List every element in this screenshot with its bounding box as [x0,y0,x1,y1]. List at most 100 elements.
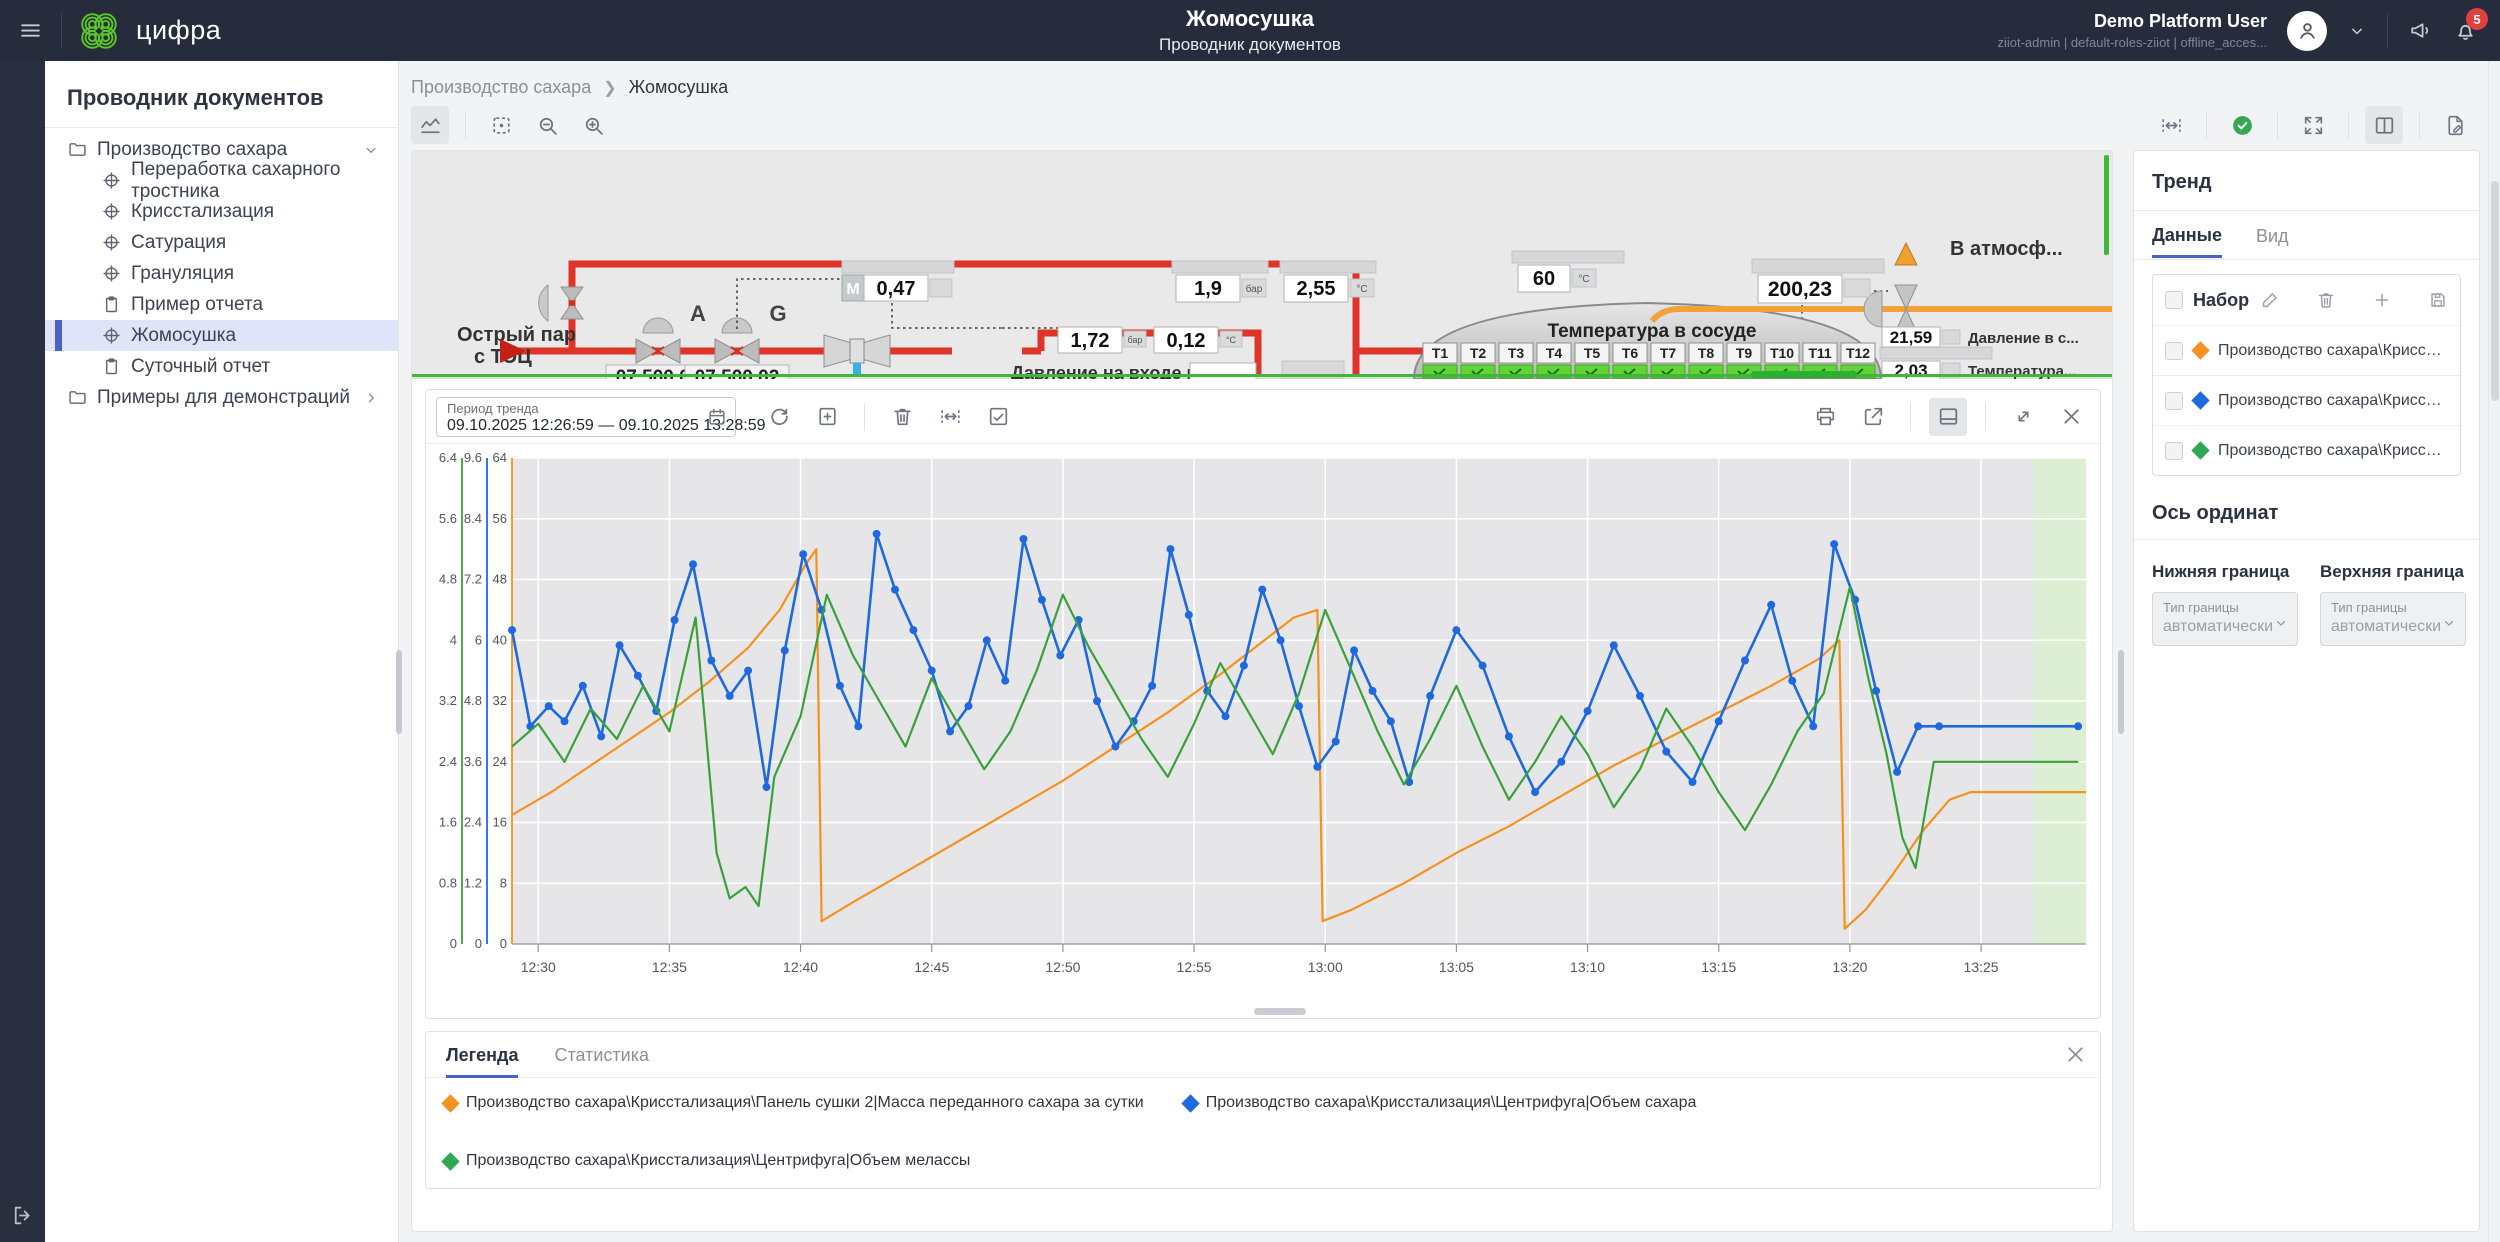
user-menu-chevron-down-icon[interactable] [2347,21,2367,41]
page-scrollbar[interactable] [2488,61,2500,1242]
delete-button[interactable] [883,398,921,436]
trend-chart[interactable]: 12:3012:3512:4012:4512:5012:5513:0013:05… [426,444,2102,1020]
svg-text:1,72: 1,72 [1071,330,1110,352]
report-file-button[interactable] [2436,106,2474,144]
sidebar-item-node[interactable]: Примеры для демонстраций [45,382,398,413]
lower-bound-type-select[interactable]: Тип границы автоматически [2152,592,2298,646]
legend-color-diamond-icon [441,1152,459,1170]
series-row[interactable]: Производство сахара\Крисстализация\П... [2153,325,2460,375]
burger-menu-icon[interactable] [18,18,43,43]
page-subtitle: Проводник документов [1159,35,1341,55]
vessel-readings-stack: 21,59 Давление в с... 2,03 Температура..… [1880,327,2082,379]
split-panel-button[interactable] [2365,106,2403,144]
status-ok-button[interactable] [2223,106,2261,144]
tab-view[interactable]: Вид [2256,215,2289,256]
svg-text:13:15: 13:15 [1701,959,1736,975]
legend-item-label: Производство сахара\Крисстализация\Панел… [466,1094,1144,1112]
collapse-exit-icon[interactable] [10,1203,35,1228]
series-checkbox[interactable] [2165,392,2183,410]
print-button[interactable] [1806,398,1844,436]
panel-resize-handle[interactable] [2118,650,2124,734]
mimic-icon [101,232,122,253]
trend-tool-button[interactable] [411,106,449,144]
sidebar-item-node[interactable]: Суточный отчет [45,351,398,382]
svg-text:Т3: Т3 [1508,345,1525,361]
svg-text:Т11: Т11 [1808,345,1832,361]
tab-statistics[interactable]: Статистика [554,1034,649,1075]
sidebar-item-node[interactable]: Крисстализация [45,196,398,227]
breadcrumb-separator: ❯ [603,78,616,98]
add-series-button[interactable] [2371,289,2393,311]
fullscreen-button[interactable] [2294,106,2332,144]
close-legend-button[interactable] [2063,1042,2088,1067]
calendar-icon[interactable] [706,406,728,428]
series-row[interactable]: Производство сахара\Крисстализация\Ц... [2153,375,2460,425]
sidebar-item-node[interactable]: Сатурация [45,227,398,258]
process-mimic[interactable]: Острый пар с ТЭЦ [412,151,2112,379]
add-bookmark-button[interactable] [808,398,846,436]
chevron-right-icon[interactable] [362,389,380,407]
svg-text:32: 32 [493,693,507,708]
chevron-down-icon[interactable] [362,141,380,159]
legend-item[interactable]: Производство сахара\Крисстализация\Центр… [1184,1094,1697,1112]
mimic-vscrollbar-thumb[interactable] [2104,155,2109,255]
value-box-flow: 200,23 [1752,259,1884,303]
legend-item[interactable]: Производство сахара\Крисстализация\Панел… [444,1094,1144,1112]
upper-bound-type-select[interactable]: Тип границы автоматически [2320,592,2466,646]
chevron-down-icon [2441,615,2457,631]
chart-settings-button[interactable] [979,398,1017,436]
svg-text:48: 48 [493,572,507,587]
sidebar-item-node[interactable]: Пример отчета [45,289,398,320]
svg-text:°C: °C [1578,274,1589,285]
series-label: Производство сахара\Крисстализация\П... [2218,342,2448,360]
trend-period-value: 09.10.2025 12:26:59 — 09.10.2025 13:28:5… [447,417,701,435]
sidebar-item-node[interactable]: Грануляция [45,258,398,289]
user-avatar[interactable] [2287,11,2327,51]
trend-widget: Период тренда 09.10.2025 12:26:59 — 09.1… [425,389,2101,1019]
sidebar-item-selected[interactable]: Жомосушка [45,320,398,351]
expand-trend-button[interactable] [2004,398,2042,436]
delete-series-button[interactable] [2315,289,2337,311]
trend-period-input[interactable]: Период тренда 09.10.2025 12:26:59 — 09.1… [436,397,736,437]
close-trend-button[interactable] [2052,398,2090,436]
refresh-icon [767,404,792,429]
svg-text:6: 6 [475,632,482,647]
zoom-in-button[interactable] [574,106,612,144]
fit-width-button[interactable] [2152,106,2190,144]
fit-range-button[interactable] [931,398,969,436]
mimic-hscrollbar-thumb[interactable] [1751,371,1857,378]
chart-hscrollbar-thumb[interactable] [1254,1008,1306,1015]
svg-text:Т10: Т10 [1770,345,1794,361]
panel-bottom-icon [1936,404,1961,429]
save-set-button[interactable] [2427,289,2449,311]
svg-text:°C: °C [1356,284,1367,295]
svg-text:1.2: 1.2 [464,875,482,890]
sidebar-resize-handle[interactable] [396,650,402,734]
printer-icon [1813,404,1838,429]
svg-text:8: 8 [500,875,507,890]
left-rail [0,61,45,1242]
upper-bound: Верхняя граница Тип границы автоматическ… [2320,562,2466,646]
announcements-megaphone-icon[interactable] [2408,18,2433,43]
breadcrumb-parent[interactable]: Производство сахара [411,77,591,98]
control-valve-2-icon [715,318,759,363]
edit-series-button[interactable] [2259,289,2281,311]
series-row[interactable]: Производство сахара\Крисстализация\Ц... [2153,425,2460,475]
series-rows: Производство сахара\Крисстализация\П... П… [2153,325,2460,475]
toolbar-divider [465,111,466,139]
panel-title: Тренд [2152,171,2461,194]
fit-center-button[interactable] [482,106,520,144]
notifications-bell-icon[interactable]: 5 [2453,18,2478,43]
legend-item[interactable]: Производство сахара\Крисстализация\Центр… [444,1152,970,1170]
tab-legend[interactable]: Легенда [446,1034,518,1078]
sidebar-item-node[interactable]: Переработка сахарного тростника [45,165,398,196]
export-button[interactable] [1854,398,1892,436]
svg-text:2.4: 2.4 [439,754,457,769]
bottom-panel-button[interactable] [1929,398,1967,436]
select-all-checkbox[interactable] [2165,291,2183,309]
tab-data[interactable]: Данные [2152,214,2222,258]
zoom-out-button[interactable] [528,106,566,144]
page-scrollbar-thumb[interactable] [2491,181,2499,401]
series-checkbox[interactable] [2165,442,2183,460]
series-checkbox[interactable] [2165,342,2183,360]
